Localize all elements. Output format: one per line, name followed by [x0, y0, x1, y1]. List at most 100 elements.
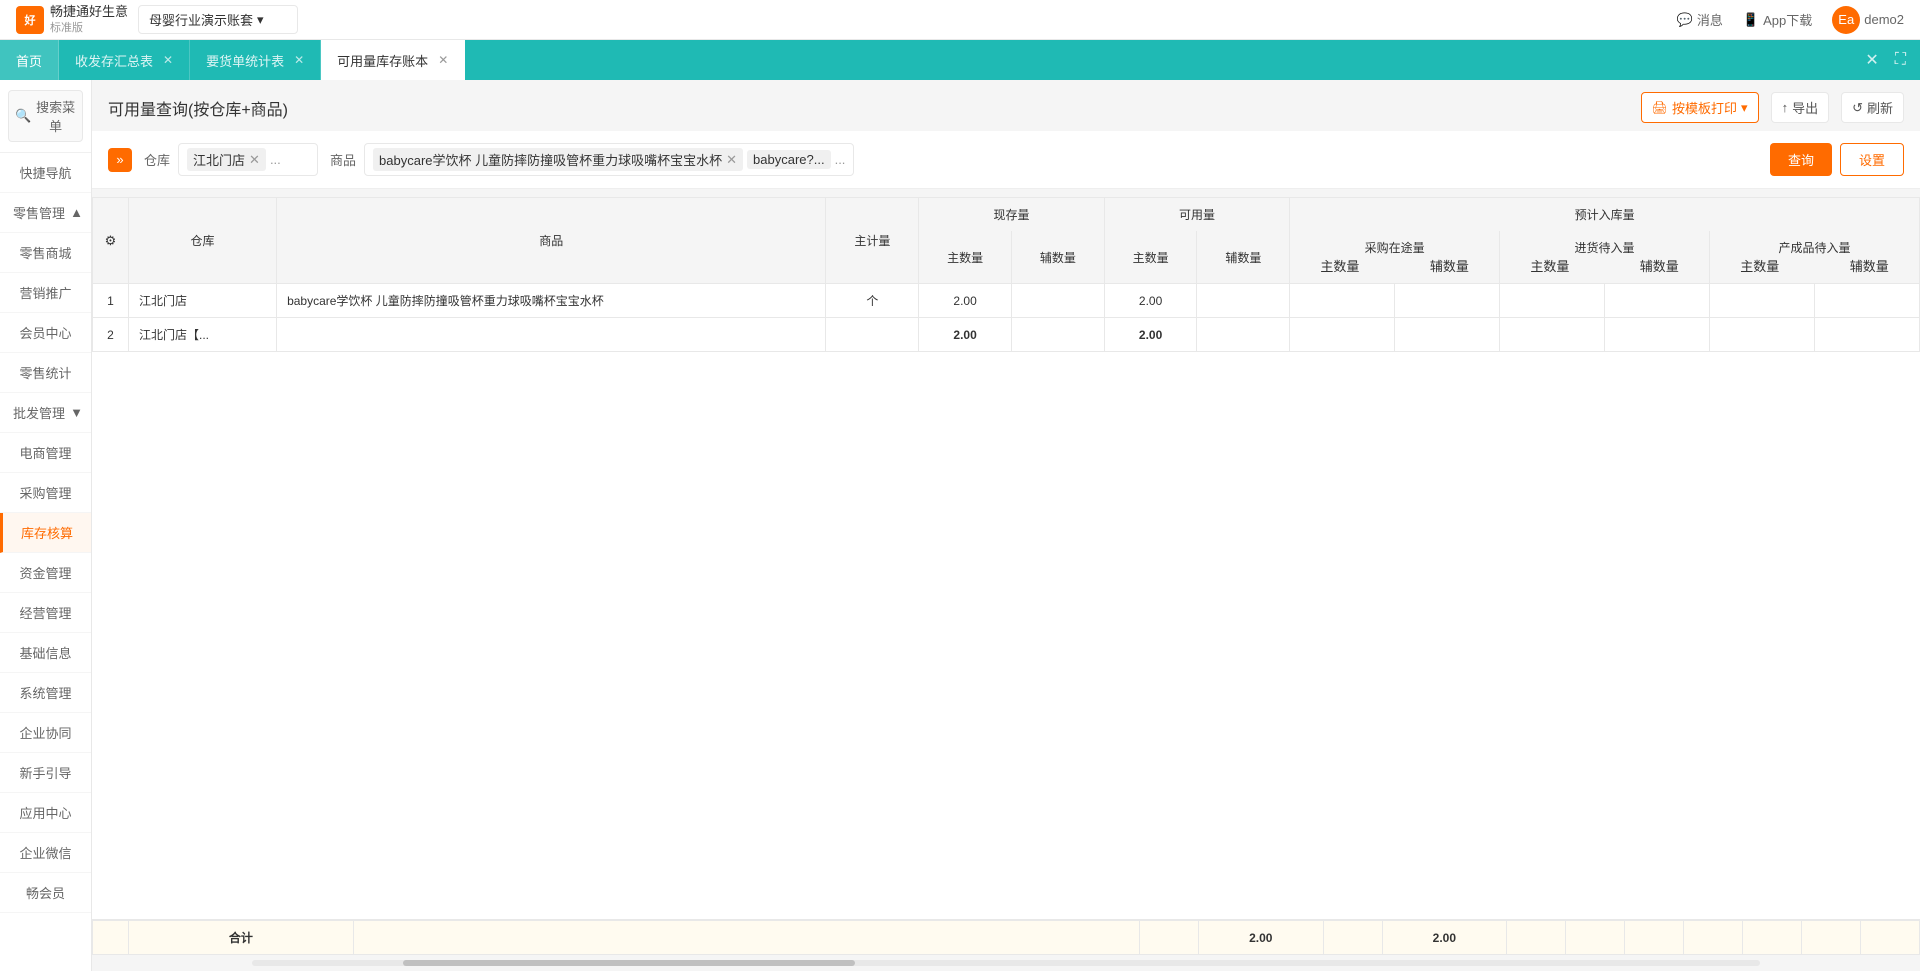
sidebar-item-retail-stat[interactable]: 零售统计	[0, 353, 91, 393]
td-finished-aux	[1814, 318, 1919, 352]
sidebar-item-system[interactable]: 系统管理	[0, 673, 91, 713]
summary-avail-aux	[1507, 920, 1566, 955]
sidebar-item-ecommerce[interactable]: 电商管理	[0, 433, 91, 473]
industry-selector[interactable]: 母婴行业演示账套 ▾	[138, 5, 298, 34]
tab-order[interactable]: 要货单统计表 ✕	[190, 40, 321, 80]
td-unit: 个	[826, 284, 919, 318]
td-current-aux	[1011, 318, 1104, 352]
sidebar-item-marketing[interactable]: 营销推广	[0, 273, 91, 313]
product-more[interactable]: ...	[835, 152, 846, 167]
avatar: Ea	[1832, 6, 1860, 34]
td-finished-main	[1710, 318, 1815, 352]
summary-finished-aux	[1860, 920, 1919, 955]
sidebar-item-purchase[interactable]: 采购管理	[0, 473, 91, 513]
summary-purchase-main	[1566, 920, 1625, 955]
tab-inventory[interactable]: 可用量库存账本 ✕	[321, 40, 465, 80]
search-menu-button[interactable]: 🔍 搜索菜单	[8, 90, 83, 142]
tab-home[interactable]: 首页	[0, 40, 59, 80]
sidebar-item-inventory[interactable]: 库存核算	[0, 513, 91, 553]
td-current-main: 2.00	[919, 284, 1012, 318]
export-button[interactable]: ↑ 导出	[1771, 92, 1830, 123]
th-incoming-pending: 进货待入量主数量辅数量	[1500, 231, 1710, 284]
filter-buttons: 查询 设置	[1770, 143, 1904, 176]
warehouse-more[interactable]: ...	[270, 152, 281, 167]
table-row: 1 江北门店 babycare学饮杯 儿童防摔防撞吸管杯重力球吸嘴杯宝宝水杯 个…	[93, 284, 1920, 318]
th-available: 可用量	[1104, 198, 1290, 232]
td-avail-main: 2.00	[1104, 318, 1197, 352]
td-warehouse: 江北门店【...	[129, 318, 277, 352]
chevron-down-icon: ▾	[1741, 100, 1748, 116]
th-settings[interactable]: ⚙	[93, 198, 129, 284]
summary-incoming-aux	[1743, 920, 1802, 955]
summary-table: 合计 2.00 2.00	[92, 919, 1920, 955]
query-button[interactable]: 查询	[1770, 143, 1832, 176]
refresh-icon: ↺	[1852, 100, 1863, 116]
sidebar-item-wechat[interactable]: 企业微信	[0, 833, 91, 873]
td-finished-aux	[1814, 284, 1919, 318]
td-avail-main: 2.00	[1104, 284, 1197, 318]
sidebar-item-finance[interactable]: 资金管理	[0, 553, 91, 593]
horizontal-scrollbar[interactable]	[252, 960, 1760, 966]
product-tag-1: babycare学饮杯 儿童防摔防撞吸管杯重力球吸嘴杯宝宝水杯 ✕	[373, 148, 743, 171]
sidebar-item-vip[interactable]: 畅会员	[0, 873, 91, 913]
warehouse-tag-close[interactable]: ✕	[249, 152, 260, 168]
td-purchase-aux	[1395, 318, 1500, 352]
filter-expand-button[interactable]: »	[108, 148, 132, 172]
scroll-thumb[interactable]	[403, 960, 855, 966]
setting-button[interactable]: 设置	[1840, 143, 1904, 176]
logo-area: 好 畅捷通好生意 标准版	[16, 4, 128, 35]
warehouse-tag: 江北门店 ✕	[187, 148, 266, 171]
sidebar-item-wholesale[interactable]: 批发管理 ▼	[0, 393, 91, 433]
sidebar-item-retail[interactable]: 零售管理 ▲	[0, 193, 91, 233]
content-area: 可用量查询(按仓库+商品) 🖨 按模板打印 ▾ ↑ 导出 ↺ 刷新	[92, 80, 1920, 971]
tab-receive[interactable]: 收发存汇总表 ✕	[59, 40, 190, 80]
summary-finished-main	[1801, 920, 1860, 955]
th-current-main: 主数量	[919, 231, 1012, 284]
close-tab-icon[interactable]: ✕	[1861, 46, 1882, 74]
td-incoming-main	[1500, 318, 1605, 352]
message-icon: 💬	[1677, 12, 1693, 28]
tab-bar: 首页 收发存汇总表 ✕ 要货单统计表 ✕ 可用量库存账本 ✕ ✕ ⛶	[0, 40, 1920, 80]
tab-close-receive[interactable]: ✕	[163, 53, 173, 67]
tab-bar-end: ✕ ⛶	[1851, 40, 1920, 80]
app-download-action[interactable]: 📱 App下载	[1743, 10, 1812, 29]
th-purchase-transit: 采购在途量主数量辅数量	[1290, 231, 1500, 284]
sidebar-item-retail-mall[interactable]: 零售商城	[0, 233, 91, 273]
td-current-aux	[1011, 284, 1104, 318]
print-button[interactable]: 🖨 按模板打印 ▾	[1641, 92, 1759, 123]
warehouse-input[interactable]: 江北门店 ✕ ...	[178, 143, 318, 176]
th-finished-pending: 产成品待入量主数量辅数量	[1710, 231, 1920, 284]
product-tag-1-close[interactable]: ✕	[726, 152, 737, 168]
td-incoming-main	[1500, 284, 1605, 318]
sidebar-item-quicknav[interactable]: 快捷导航	[0, 153, 91, 193]
print-icon: 🖨	[1652, 100, 1669, 116]
warehouse-filter: 仓库 江北门店 ✕ ...	[144, 143, 318, 176]
table-row: 2 江北门店【... 2.00 2.00	[93, 318, 1920, 352]
user-area[interactable]: Ea demo2	[1832, 6, 1904, 34]
page-actions: 🖨 按模板打印 ▾ ↑ 导出 ↺ 刷新	[1641, 92, 1905, 123]
th-product: 商品	[277, 198, 826, 284]
th-unit: 主计量	[826, 198, 919, 284]
expand-tab-icon[interactable]: ⛶	[1891, 47, 1910, 73]
th-avail-aux: 辅数量	[1197, 231, 1290, 284]
message-action[interactable]: 💬 消息	[1677, 10, 1723, 29]
summary-avail-main: 2.00	[1382, 920, 1507, 955]
td-no: 2	[93, 318, 129, 352]
product-input[interactable]: babycare学饮杯 儿童防摔防撞吸管杯重力球吸嘴杯宝宝水杯 ✕ babyca…	[364, 143, 854, 176]
page-title: 可用量查询(按仓库+商品)	[108, 96, 288, 120]
tab-close-order[interactable]: ✕	[294, 53, 304, 67]
td-purchase-main	[1290, 318, 1395, 352]
sidebar-item-member[interactable]: 会员中心	[0, 313, 91, 353]
tab-close-inventory[interactable]: ✕	[438, 53, 448, 67]
product-filter: 商品 babycare学饮杯 儿童防摔防撞吸管杯重力球吸嘴杯宝宝水杯 ✕ bab…	[330, 143, 854, 176]
sidebar-item-operation[interactable]: 经营管理	[0, 593, 91, 633]
sidebar-item-appstore[interactable]: 应用中心	[0, 793, 91, 833]
sidebar-item-enterprise[interactable]: 企业协同	[0, 713, 91, 753]
sidebar-item-basic[interactable]: 基础信息	[0, 633, 91, 673]
top-header: 好 畅捷通好生意 标准版 母婴行业演示账套 ▾ 💬 消息 📱 App下载 Ea …	[0, 0, 1920, 40]
product-tag-2: babycare?...	[747, 150, 831, 169]
sidebar-item-newbie[interactable]: 新手引导	[0, 753, 91, 793]
td-finished-main	[1710, 284, 1815, 318]
refresh-button[interactable]: ↺ 刷新	[1841, 92, 1904, 123]
td-avail-aux	[1197, 318, 1290, 352]
